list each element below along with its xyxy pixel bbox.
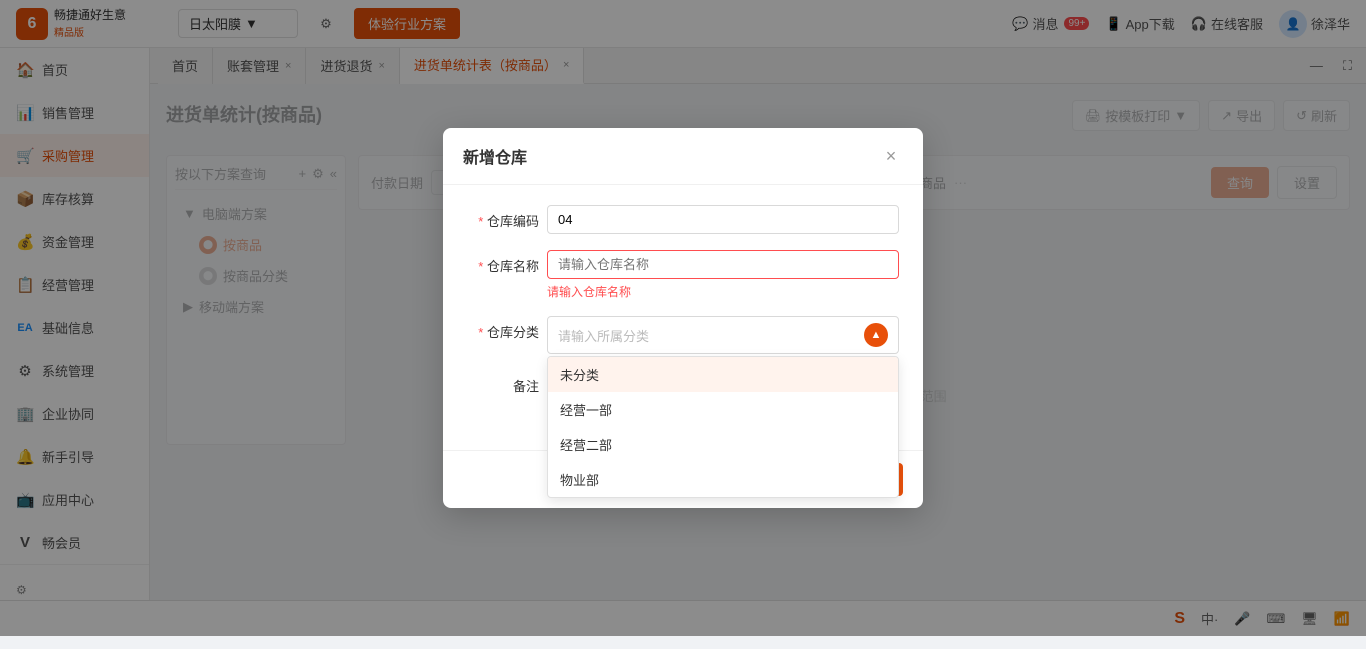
name-form-row: * 仓库名称 请输入仓库名称 <box>467 250 899 300</box>
category-select-wrapper: 请输入所属分类 ▲ 未分类 经营一部 经营二部 物业部 <box>547 316 899 354</box>
modal-close-button[interactable]: × <box>879 144 903 168</box>
category-select[interactable]: 请输入所属分类 ▲ <box>547 316 899 354</box>
name-error-msg: 请输入仓库名称 <box>547 283 899 300</box>
dropdown-option-3[interactable]: 物业部 <box>548 462 898 497</box>
code-required-mark: * <box>478 214 483 229</box>
name-label: * 仓库名称 <box>467 250 547 275</box>
modal-header: 新增仓库 × <box>443 128 923 185</box>
note-label: 备注 <box>467 370 547 395</box>
name-input[interactable] <box>547 250 899 279</box>
category-required-mark: * <box>478 325 483 340</box>
category-chevron-icon: ▲ <box>864 323 888 347</box>
modal-dialog: 新增仓库 × * 仓库编码 * 仓库名称 请输入仓库名称 <box>443 128 923 508</box>
code-input[interactable] <box>547 205 899 234</box>
name-required-mark: * <box>478 259 483 274</box>
category-placeholder: 请输入所属分类 <box>558 326 649 345</box>
dropdown-option-1[interactable]: 经营一部 <box>548 392 898 427</box>
category-label: * 仓库分类 <box>467 316 547 341</box>
code-label: * 仓库编码 <box>467 205 547 230</box>
name-field-wrapper: 请输入仓库名称 <box>547 250 899 300</box>
modal-body: * 仓库编码 * 仓库名称 请输入仓库名称 * 仓库分类 <box>443 185 923 450</box>
dropdown-option-2[interactable]: 经营二部 <box>548 427 898 462</box>
category-form-row: * 仓库分类 请输入所属分类 ▲ 未分类 经营一部 经营二部 物业部 <box>467 316 899 354</box>
modal-title: 新增仓库 <box>463 144 527 168</box>
dropdown-option-0[interactable]: 未分类 <box>548 357 898 392</box>
code-form-row: * 仓库编码 <box>467 205 899 234</box>
category-dropdown: 未分类 经营一部 经营二部 物业部 <box>547 356 899 498</box>
